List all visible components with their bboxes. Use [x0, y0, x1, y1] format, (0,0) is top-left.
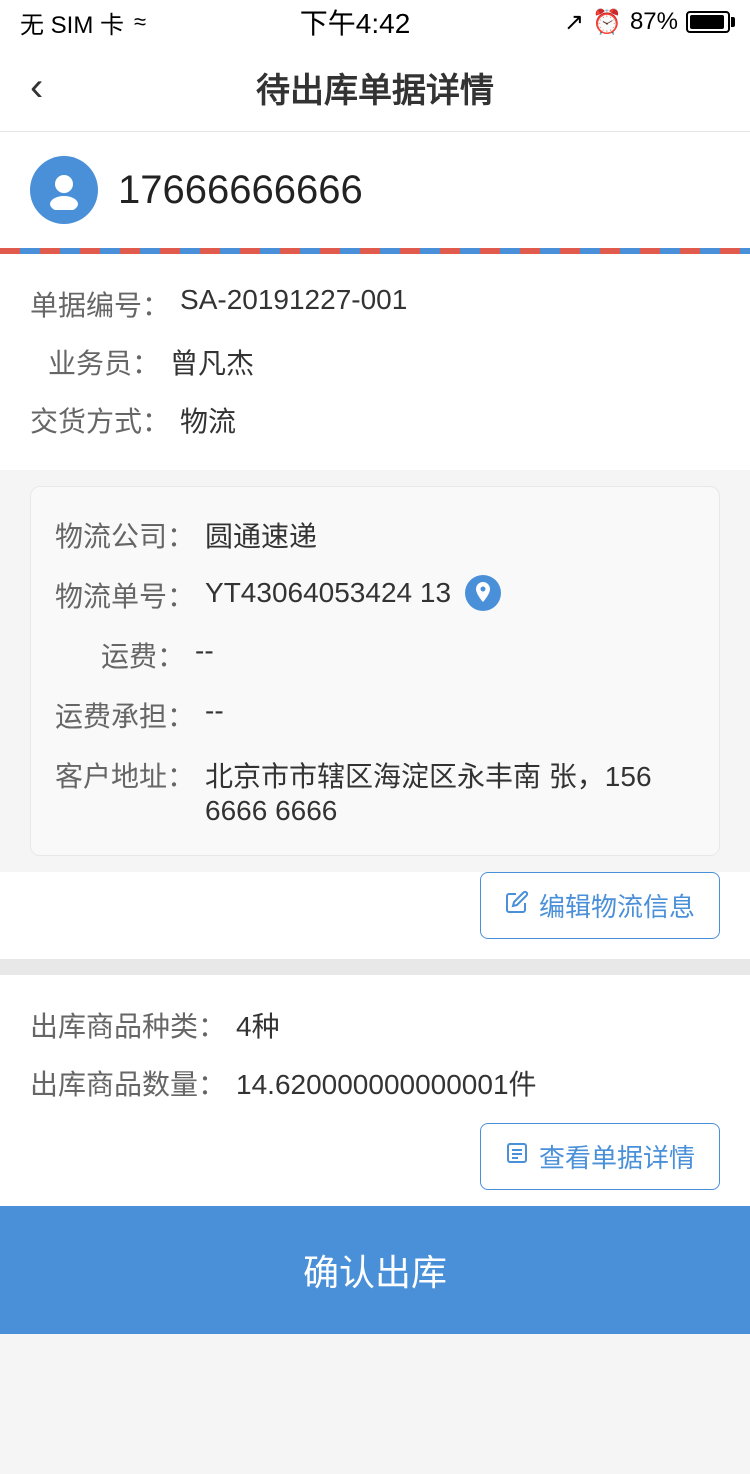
pencil-icon — [505, 890, 529, 914]
status-bar: 无 SIM 卡 ≈ 下午4:42 ↗ ⏰ 87% — [0, 0, 750, 44]
freight-row: 运费： -- — [55, 635, 695, 675]
status-left: 无 SIM 卡 ≈ — [20, 5, 146, 40]
logistics-tracking-label: 物流单号： — [55, 575, 195, 615]
alarm-icon: ⏰ — [592, 8, 622, 37]
product-type-row: 出库商品种类： 4种 — [30, 1005, 720, 1045]
status-right: ↗ ⏰ 87% — [564, 8, 730, 37]
logistics-tracking-value: YT43064053424 13 — [205, 575, 695, 611]
user-phone: 17666666666 — [118, 168, 363, 213]
page-title: 待出库单据详情 — [256, 63, 494, 112]
nav-bar: ‹ 待出库单据详情 — [0, 44, 750, 132]
confirm-button[interactable]: 确认出库 — [30, 1226, 720, 1314]
edit-btn-row: 编辑物流信息 — [0, 872, 750, 959]
status-time: 下午4:42 — [300, 2, 411, 42]
confirm-btn-area: 确认出库 — [0, 1206, 750, 1334]
list-icon — [505, 1141, 529, 1172]
product-type-label: 出库商品种类： — [30, 1005, 226, 1045]
delivery-value: 物流 — [180, 400, 720, 440]
view-detail-row: 查看单据详情 — [0, 1123, 750, 1214]
view-detail-button[interactable]: 查看单据详情 — [480, 1123, 720, 1190]
freight-bear-row: 运费承担： -- — [55, 695, 695, 735]
person-icon — [44, 170, 84, 210]
carrier-text: 无 SIM 卡 — [20, 5, 124, 40]
freight-label: 运费： — [55, 635, 185, 675]
product-section: 出库商品种类： 4种 出库商品数量： 14.620000000000001件 — [0, 975, 750, 1123]
edit-btn-label: 编辑物流信息 — [539, 887, 695, 924]
freight-bear-label: 运费承担： — [55, 695, 195, 735]
tracking-number-text: YT43064053424 13 — [205, 577, 451, 609]
logistics-card: 物流公司： 圆通速递 物流单号： YT43064053424 13 运费： --… — [30, 486, 720, 856]
view-detail-label: 查看单据详情 — [539, 1138, 695, 1175]
location-icon: ↗ — [564, 8, 584, 37]
document-number-row: 单据编号： SA-20191227-001 — [30, 284, 720, 324]
wifi-icon: ≈ — [134, 9, 146, 35]
logistics-company-row: 物流公司： 圆通速递 — [55, 515, 695, 555]
address-value: 北京市市辖区海淀区永丰南 张，156 6666 6666 — [205, 755, 695, 827]
document-icon — [505, 1141, 529, 1165]
logistics-company-label: 物流公司： — [55, 515, 195, 555]
section-divider — [0, 959, 750, 975]
logistics-company-value: 圆通速递 — [205, 515, 695, 555]
battery-icon — [686, 11, 730, 33]
freight-bear-value: -- — [205, 695, 695, 727]
staff-label: 业务员： — [30, 342, 160, 382]
location-icon[interactable] — [465, 575, 501, 611]
delivery-row: 交货方式： 物流 — [30, 400, 720, 440]
staff-value: 曾凡杰 — [170, 342, 720, 382]
map-pin-icon — [473, 582, 493, 604]
product-quantity-value: 14.620000000000001件 — [236, 1063, 720, 1103]
product-quantity-label: 出库商品数量： — [30, 1063, 226, 1103]
battery-text: 87% — [630, 8, 678, 36]
document-number-value: SA-20191227-001 — [180, 284, 720, 316]
edit-logistics-button[interactable]: 编辑物流信息 — [480, 872, 720, 939]
staff-row: 业务员： 曾凡杰 — [30, 342, 720, 382]
delivery-label: 交货方式： — [30, 400, 170, 440]
edit-icon — [505, 890, 529, 921]
address-row: 客户地址： 北京市市辖区海淀区永丰南 张，156 6666 6666 — [55, 755, 695, 827]
address-label: 客户地址： — [55, 755, 195, 795]
document-info-section: 单据编号： SA-20191227-001 业务员： 曾凡杰 交货方式： 物流 — [0, 254, 750, 470]
back-button[interactable]: ‹ — [30, 65, 43, 110]
logistics-tracking-row: 物流单号： YT43064053424 13 — [55, 575, 695, 615]
user-header: 17666666666 — [0, 132, 750, 248]
document-number-label: 单据编号： — [30, 284, 170, 324]
product-quantity-row: 出库商品数量： 14.620000000000001件 — [30, 1063, 720, 1103]
product-type-value: 4种 — [236, 1005, 720, 1045]
avatar — [30, 156, 98, 224]
freight-value: -- — [195, 635, 695, 667]
